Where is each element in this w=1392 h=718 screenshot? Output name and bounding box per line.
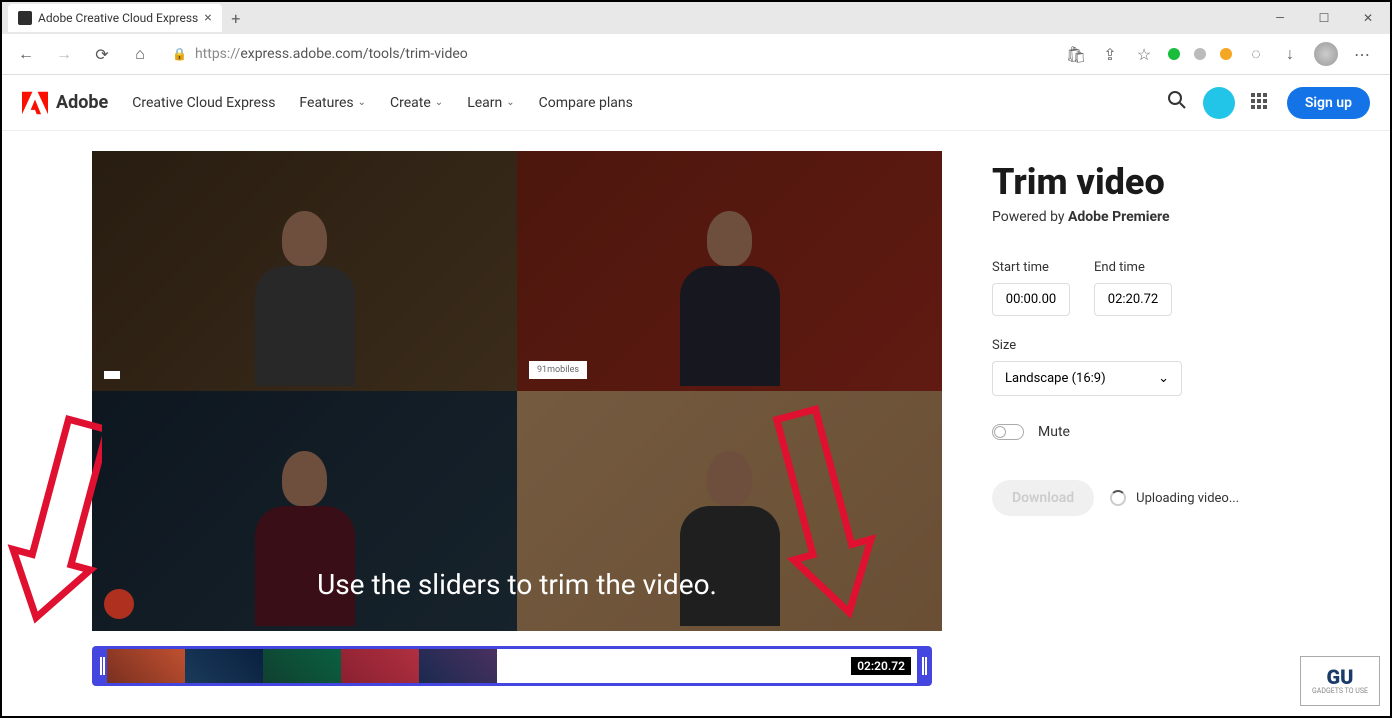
timeline-thumb — [419, 649, 497, 683]
close-tab-icon[interactable]: × — [204, 10, 211, 26]
chevron-down-icon: ⌄ — [506, 97, 514, 108]
signup-button[interactable]: Sign up — [1287, 87, 1370, 119]
site-header: Adobe Creative Cloud Express Features⌄ C… — [2, 75, 1390, 131]
toolbar-icons: 🛍 ⇪ ☆ ◌ ↓ ⋯ — [1066, 42, 1382, 66]
end-time-label: End time — [1094, 260, 1172, 275]
adobe-brand-text: Adobe — [56, 92, 108, 113]
home-button[interactable]: ⌂ — [124, 38, 156, 70]
favicon-icon — [18, 11, 32, 25]
adobe-logo[interactable]: Adobe — [22, 91, 108, 115]
mute-toggle[interactable] — [992, 424, 1024, 440]
start-time-input[interactable] — [992, 283, 1070, 316]
size-label: Size — [992, 338, 1292, 353]
nav-create[interactable]: Create⌄ — [390, 95, 443, 111]
share-icon[interactable]: ⇪ — [1100, 44, 1120, 64]
upload-status-text: Uploading video... — [1136, 491, 1239, 506]
window-controls: — ☐ ✕ — [1258, 2, 1390, 34]
end-time-input[interactable] — [1094, 283, 1172, 316]
trim-handle-end[interactable] — [917, 649, 929, 683]
timeline-thumb — [263, 649, 341, 683]
nav-learn[interactable]: Learn⌄ — [467, 95, 514, 111]
page-title: Trim video — [992, 161, 1292, 203]
favorites-icon[interactable]: ☆ — [1134, 44, 1154, 64]
lock-icon: 🔒 — [172, 47, 187, 61]
video-quadrant-1 — [92, 151, 517, 391]
maximize-button[interactable]: ☐ — [1302, 2, 1346, 34]
new-tab-button[interactable]: + — [222, 4, 250, 32]
chevron-down-icon: ⌄ — [1158, 371, 1169, 386]
video-quadrant-2: 91mobiles — [517, 151, 942, 391]
tab-bar: Adobe Creative Cloud Express × + — ☐ ✕ — [2, 2, 1390, 34]
size-select[interactable]: Landscape (16:9) ⌄ — [992, 361, 1182, 396]
shopping-icon[interactable]: 🛍 — [1066, 44, 1086, 64]
address-bar: ← → ⟳ ⌂ 🔒 https://express.adobe.com/tool… — [2, 34, 1390, 74]
watermark-logo: GU GADGETS TO USE — [1300, 656, 1380, 706]
annotation-arrow-left — [0, 411, 102, 635]
timeline-thumb — [185, 649, 263, 683]
upload-status: Uploading video... — [1110, 490, 1239, 506]
back-button[interactable]: ← — [10, 38, 42, 70]
trim-handle-start[interactable] — [95, 649, 107, 683]
extension-green-icon[interactable] — [1168, 48, 1180, 60]
trim-timeline[interactable]: 02:20.72 — [92, 646, 932, 686]
header-right: Sign up — [1167, 87, 1370, 119]
size-value: Landscape (16:9) — [1005, 371, 1106, 386]
tab-title: Adobe Creative Cloud Express — [38, 11, 198, 25]
timeline-thumb — [107, 649, 185, 683]
minimize-button[interactable]: — — [1258, 2, 1302, 34]
extension-grey-icon[interactable] — [1194, 48, 1206, 60]
downloads-icon[interactable]: ↓ — [1280, 44, 1300, 64]
chevron-down-icon: ⌄ — [358, 97, 366, 108]
download-button[interactable]: Download — [992, 480, 1094, 516]
extension-outline-icon[interactable]: ◌ — [1246, 44, 1266, 64]
main-content: 91mobiles Use the sliders to trim the vi… — [2, 131, 1390, 696]
spinner-icon — [1110, 490, 1126, 506]
adobe-mark-icon — [22, 91, 48, 115]
browser-chrome: Adobe Creative Cloud Express × + — ☐ ✕ ←… — [2, 2, 1390, 75]
annotation-arrow-right — [752, 401, 902, 635]
url-path: express.adobe.com/tools/trim-video — [240, 46, 467, 62]
mute-label: Mute — [1038, 424, 1070, 440]
timeline-duration-badge: 02:20.72 — [851, 657, 911, 675]
brand-tag — [104, 371, 120, 379]
nav-cce[interactable]: Creative Cloud Express — [132, 95, 275, 111]
browser-tab[interactable]: Adobe Creative Cloud Express × — [8, 4, 222, 32]
more-menu-icon[interactable]: ⋯ — [1352, 44, 1372, 64]
brand-tag-91mobiles: 91mobiles — [529, 361, 587, 379]
start-time-label: Start time — [992, 260, 1070, 275]
chevron-down-icon: ⌄ — [435, 97, 443, 108]
trim-sidebar: Trim video Powered by Adobe Premiere Sta… — [992, 151, 1292, 686]
nav-links: Creative Cloud Express Features⌄ Create⌄… — [132, 95, 633, 111]
apps-grid-icon[interactable] — [1251, 93, 1271, 113]
url-protocol: https:// — [195, 46, 240, 62]
close-window-button[interactable]: ✕ — [1346, 2, 1390, 34]
extension-orange-icon[interactable] — [1220, 48, 1232, 60]
timeline-thumbnails — [107, 649, 497, 683]
url-field[interactable]: 🔒 https://express.adobe.com/tools/trim-v… — [162, 39, 1060, 69]
powered-by: Powered by Adobe Premiere — [992, 209, 1292, 225]
site-profile-avatar[interactable] — [1203, 87, 1235, 119]
search-icon[interactable] — [1167, 90, 1187, 115]
browser-profile-avatar[interactable] — [1314, 42, 1338, 66]
refresh-button[interactable]: ⟳ — [86, 38, 118, 70]
nav-features[interactable]: Features⌄ — [299, 95, 366, 111]
nav-compare[interactable]: Compare plans — [539, 95, 633, 111]
timeline-thumb — [341, 649, 419, 683]
forward-button[interactable]: → — [48, 38, 80, 70]
